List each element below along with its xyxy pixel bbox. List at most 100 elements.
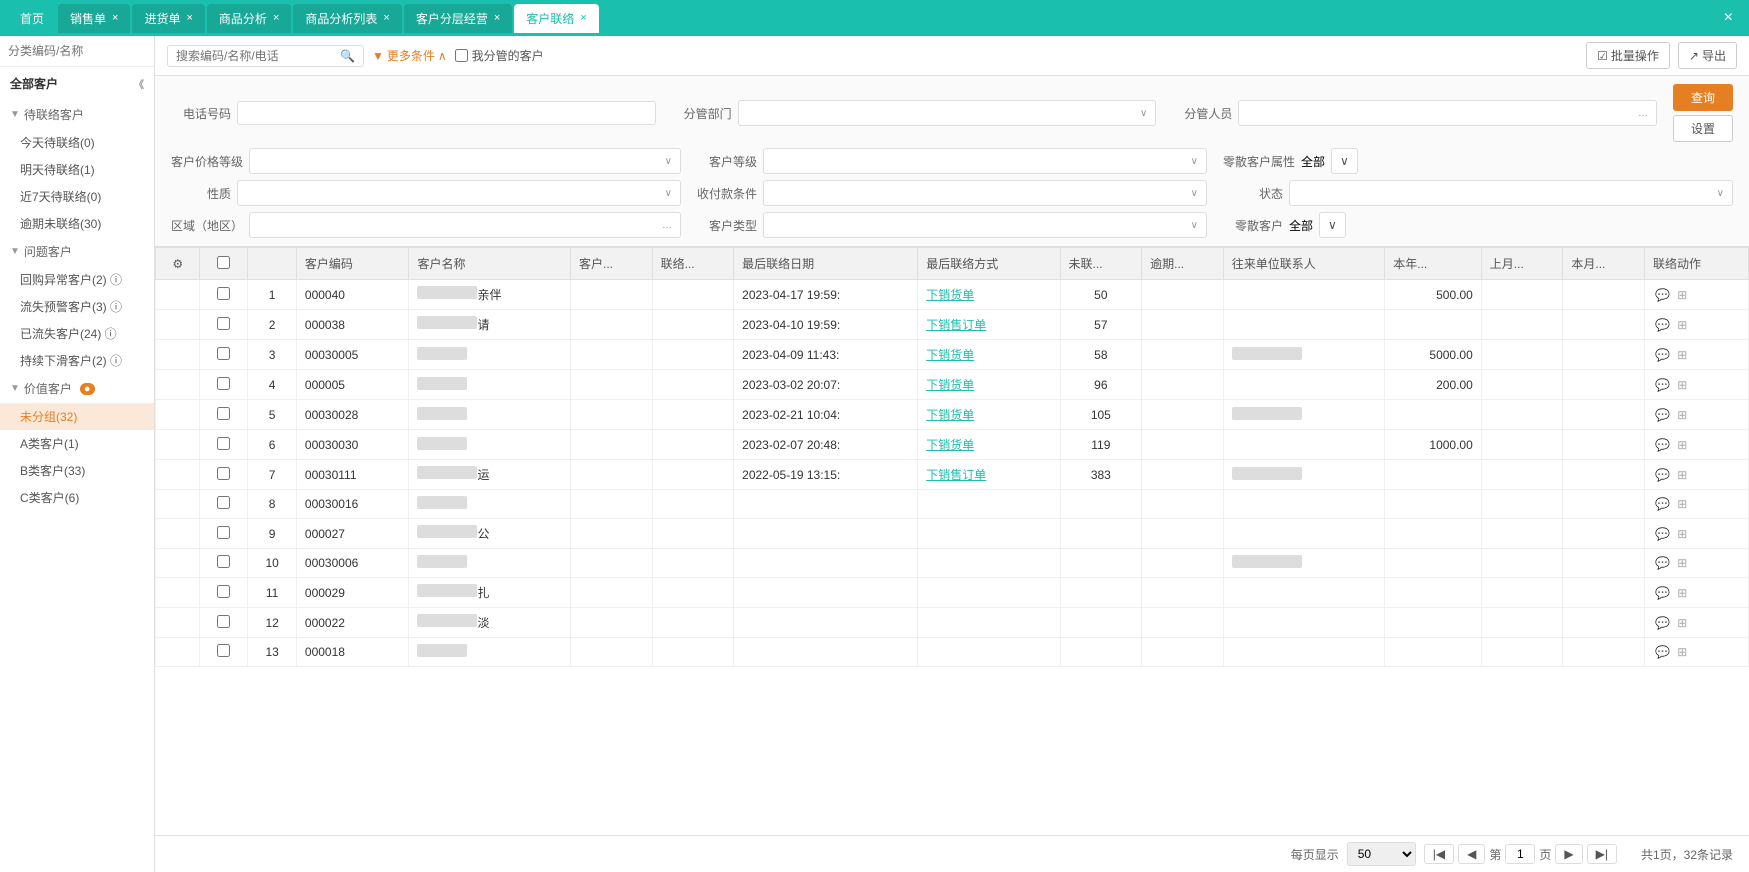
row-checkbox[interactable] bbox=[217, 377, 230, 390]
reset-button[interactable]: 设置 bbox=[1673, 115, 1733, 142]
adv-phone-input[interactable] bbox=[237, 101, 656, 125]
nav-purchase[interactable]: 进货单 × bbox=[132, 4, 204, 33]
grid-icon[interactable]: ⊞ bbox=[1677, 408, 1687, 422]
filter-search-input[interactable] bbox=[176, 49, 336, 63]
prev-page-button[interactable]: ◀ bbox=[1458, 844, 1485, 864]
last-method-link[interactable]: 下销售订单 bbox=[926, 468, 986, 482]
window-close-button[interactable]: × bbox=[1716, 5, 1741, 31]
close-product-list-icon[interactable]: × bbox=[383, 12, 389, 24]
last-method-link[interactable]: 下销售订单 bbox=[926, 318, 986, 332]
filter-more-button[interactable]: ▼ 更多条件 ∧ bbox=[372, 47, 447, 64]
row-checkbox[interactable] bbox=[217, 585, 230, 598]
sidebar-item-abnormal[interactable]: 回购异常客户(2) ⓘ bbox=[0, 266, 154, 293]
adv-retail-attr-select[interactable]: ∨ bbox=[1331, 148, 1358, 174]
grid-icon[interactable]: ⊞ bbox=[1677, 586, 1687, 600]
sidebar-item-a-grade[interactable]: A类客户(1) bbox=[0, 430, 154, 457]
sidebar-item-declining[interactable]: 持续下滑客户(2) ⓘ bbox=[0, 347, 154, 374]
adv-gender-select[interactable]: ∨ bbox=[237, 180, 681, 206]
sidebar-item-today[interactable]: 今天待联络(0) bbox=[0, 129, 154, 156]
grid-icon[interactable]: ⊞ bbox=[1677, 288, 1687, 302]
chat-icon[interactable]: 💬 bbox=[1655, 378, 1670, 392]
next-page-button[interactable]: ▶ bbox=[1555, 844, 1582, 864]
close-customer-contact-icon[interactable]: × bbox=[580, 12, 586, 24]
th-settings[interactable]: ⚙ bbox=[156, 248, 200, 280]
chat-icon[interactable]: 💬 bbox=[1655, 616, 1670, 630]
row-checkbox[interactable] bbox=[217, 287, 230, 300]
chat-icon[interactable]: 💬 bbox=[1655, 468, 1670, 482]
th-type[interactable]: 客户... bbox=[571, 248, 653, 280]
row-checkbox[interactable] bbox=[217, 526, 230, 539]
last-page-button[interactable]: ▶| bbox=[1587, 844, 1617, 864]
row-checkbox[interactable] bbox=[217, 317, 230, 330]
adv-region-select[interactable]: … bbox=[249, 212, 681, 238]
chat-icon[interactable]: 💬 bbox=[1655, 408, 1670, 422]
filter-search-icon[interactable]: 🔍 bbox=[340, 49, 355, 63]
export-button[interactable]: ↗ 导出 bbox=[1678, 42, 1737, 69]
adv-customer-grade-select[interactable]: ∨ bbox=[763, 148, 1207, 174]
first-page-button[interactable]: |◀ bbox=[1424, 844, 1454, 864]
chat-icon[interactable]: 💬 bbox=[1655, 438, 1670, 452]
grid-icon[interactable]: ⊞ bbox=[1677, 468, 1687, 482]
th-contact[interactable]: 联络... bbox=[652, 248, 734, 280]
row-checkbox[interactable] bbox=[217, 644, 230, 657]
nav-customer-segment[interactable]: 客户分层经营 × bbox=[404, 4, 512, 33]
th-uncontacted[interactable]: 未联... bbox=[1060, 248, 1142, 280]
page-input[interactable] bbox=[1505, 844, 1535, 864]
close-sales-icon[interactable]: × bbox=[112, 12, 118, 24]
per-page-select[interactable]: 50 100 200 bbox=[1347, 842, 1416, 866]
row-checkbox[interactable] bbox=[217, 407, 230, 420]
th-code[interactable]: 客户编码 bbox=[296, 248, 409, 280]
last-method-link[interactable]: 下销货单 bbox=[926, 348, 974, 362]
sidebar-item-b-grade[interactable]: B类客户(33) bbox=[0, 457, 154, 484]
grid-icon[interactable]: ⊞ bbox=[1677, 318, 1687, 332]
sidebar-item-lost[interactable]: 已流失客户(24) ⓘ bbox=[0, 320, 154, 347]
sidebar-item-overdue[interactable]: 逾期未联络(30) bbox=[0, 210, 154, 237]
adv-dept-select[interactable]: ∨ bbox=[738, 100, 1157, 126]
sidebar-item-c-grade[interactable]: C类客户(6) bbox=[0, 484, 154, 511]
th-last-date[interactable]: 最后联络日期 bbox=[734, 248, 918, 280]
close-product-icon[interactable]: × bbox=[273, 12, 279, 24]
select-all-checkbox[interactable] bbox=[217, 256, 230, 269]
sidebar-search-input[interactable] bbox=[8, 44, 155, 58]
th-name[interactable]: 客户名称 bbox=[409, 248, 571, 280]
chat-icon[interactable]: 💬 bbox=[1655, 645, 1670, 659]
batch-ops-button[interactable]: ☑ 批量操作 bbox=[1586, 42, 1670, 69]
chat-icon[interactable]: 💬 bbox=[1655, 556, 1670, 570]
nav-product-list[interactable]: 商品分析列表 × bbox=[293, 4, 401, 33]
adv-status-select[interactable]: ∨ bbox=[1289, 180, 1733, 206]
row-checkbox[interactable] bbox=[217, 496, 230, 509]
th-last-method[interactable]: 最后联络方式 bbox=[918, 248, 1060, 280]
last-method-link[interactable]: 下销货单 bbox=[926, 378, 974, 392]
sidebar-item-7days[interactable]: 近7天待联络(0) bbox=[0, 183, 154, 210]
grid-icon[interactable]: ⊞ bbox=[1677, 527, 1687, 541]
sidebar-item-ungraded[interactable]: 未分组(32) bbox=[0, 403, 154, 430]
grid-icon[interactable]: ⊞ bbox=[1677, 616, 1687, 630]
row-checkbox[interactable] bbox=[217, 555, 230, 568]
grid-icon[interactable]: ⊞ bbox=[1677, 556, 1687, 570]
adv-personnel-select[interactable]: … bbox=[1238, 100, 1657, 126]
chat-icon[interactable]: 💬 bbox=[1655, 497, 1670, 511]
chat-icon[interactable]: 💬 bbox=[1655, 527, 1670, 541]
last-method-link[interactable]: 下销货单 bbox=[926, 288, 974, 302]
my-customers-checkbox[interactable] bbox=[455, 49, 468, 62]
last-method-link[interactable]: 下销货单 bbox=[926, 438, 974, 452]
row-checkbox[interactable] bbox=[217, 615, 230, 628]
adv-retail-customer-select[interactable]: ∨ bbox=[1319, 212, 1346, 238]
chat-icon[interactable]: 💬 bbox=[1655, 348, 1670, 362]
all-customers-header[interactable]: 全部客户 《 bbox=[0, 67, 154, 100]
sidebar-item-tomorrow[interactable]: 明天待联络(1) bbox=[0, 156, 154, 183]
th-associate[interactable]: 往来单位联系人 bbox=[1223, 248, 1385, 280]
chat-icon[interactable]: 💬 bbox=[1655, 318, 1670, 332]
chat-icon[interactable]: 💬 bbox=[1655, 586, 1670, 600]
grid-icon[interactable]: ⊞ bbox=[1677, 348, 1687, 362]
nav-product[interactable]: 商品分析 × bbox=[207, 4, 291, 33]
row-checkbox[interactable] bbox=[217, 437, 230, 450]
grid-icon[interactable]: ⊞ bbox=[1677, 378, 1687, 392]
adv-price-grade-select[interactable]: ∨ bbox=[249, 148, 681, 174]
query-button[interactable]: 查询 bbox=[1673, 84, 1733, 111]
th-this-month[interactable]: 本月... bbox=[1563, 248, 1645, 280]
nav-customer-contact[interactable]: 客户联络 × bbox=[514, 4, 598, 33]
grid-icon[interactable]: ⊞ bbox=[1677, 497, 1687, 511]
th-last-month[interactable]: 上月... bbox=[1481, 248, 1563, 280]
adv-customer-type-select[interactable]: ∨ bbox=[763, 212, 1207, 238]
